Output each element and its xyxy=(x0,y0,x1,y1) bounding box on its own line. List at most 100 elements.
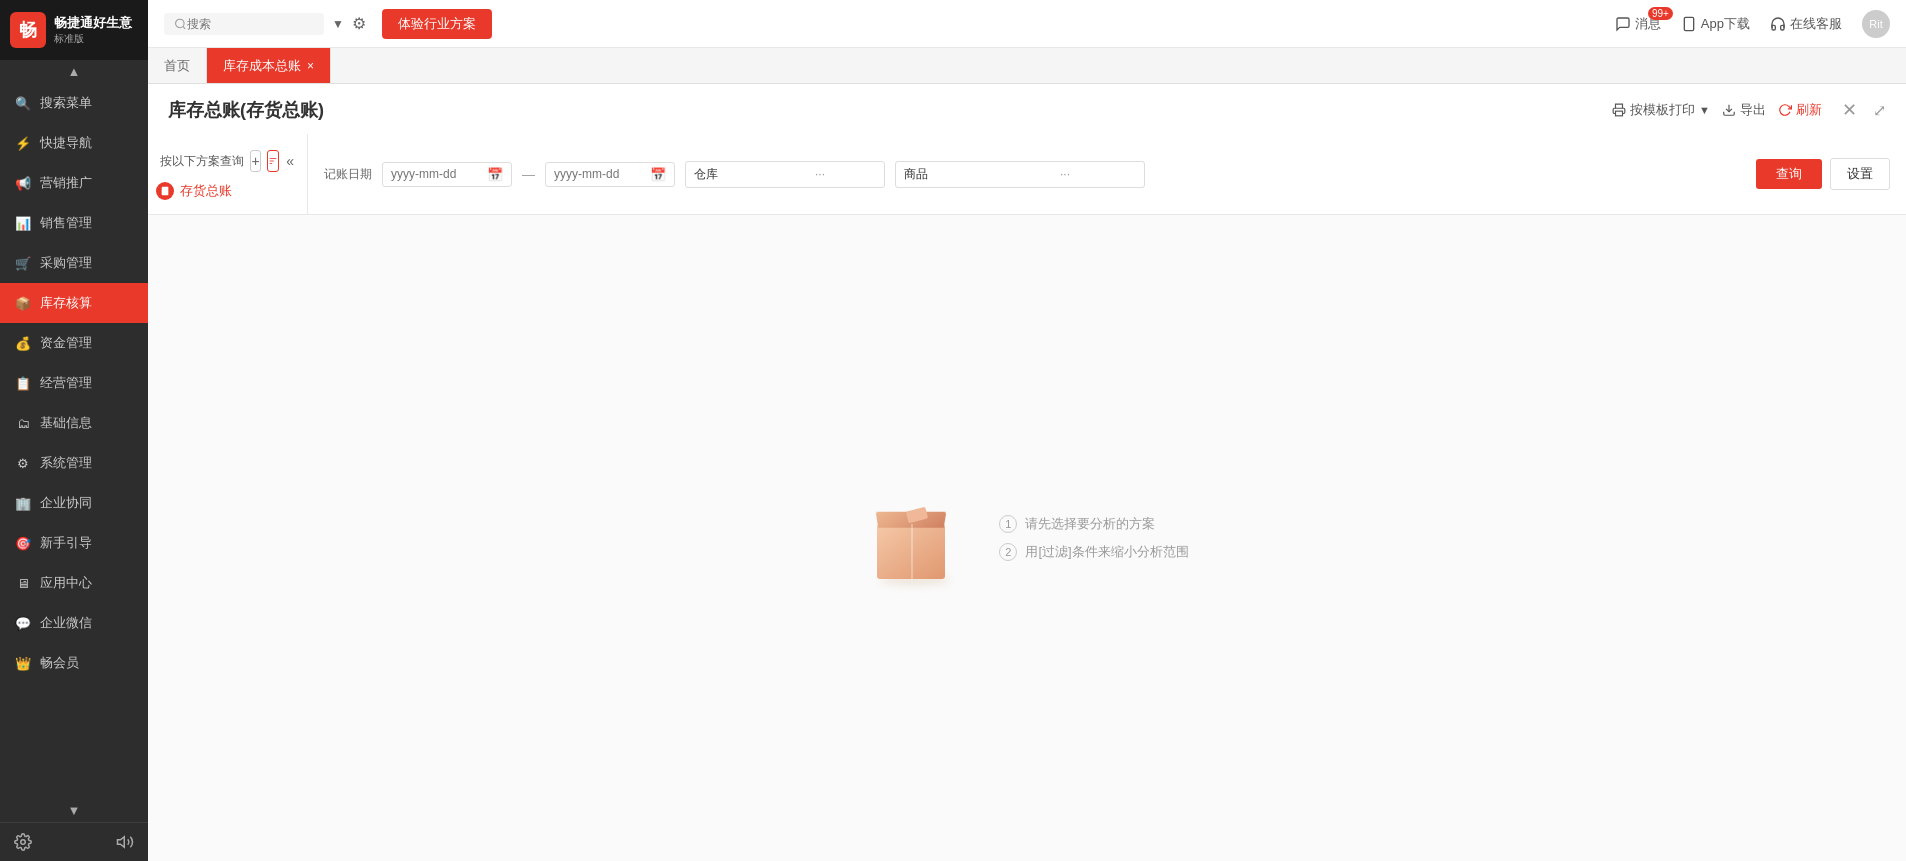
filter-add-btn[interactable]: + xyxy=(250,150,261,172)
page-title: 库存总账(存货总账) xyxy=(168,98,324,122)
topbar-gear-icon[interactable]: ⚙ xyxy=(352,14,366,33)
svg-rect-5 xyxy=(1616,111,1623,116)
sidebar-scroll-up[interactable]: ▲ xyxy=(0,60,148,83)
sidebar-scroll-down[interactable]: ▼ xyxy=(0,799,148,822)
filter-bar-label: 按以下方案查询 xyxy=(160,153,244,170)
date-start-field[interactable] xyxy=(391,167,481,181)
page-wrapper: 库存总账(存货总账) 按模板打印 ▼ 导出 刷新 xyxy=(148,84,1906,861)
filter-bar-controls: 按以下方案查询 + « xyxy=(148,144,307,178)
product-more-btn[interactable]: ··· xyxy=(1060,167,1136,181)
settings-button[interactable]: 设置 xyxy=(1830,158,1890,190)
topbar: ▼ ⚙ 体验行业方案 消息 99+ App下载 在线客服 Rit xyxy=(148,0,1906,48)
date-field-label: 记账日期 xyxy=(324,166,372,183)
calendar-start-icon: 📅 xyxy=(487,167,503,182)
marketing-icon: 📢 xyxy=(14,174,32,192)
operation-icon: 📋 xyxy=(14,374,32,392)
warehouse-input[interactable]: 仓库 ··· xyxy=(685,161,885,188)
user-avatar[interactable]: Rit xyxy=(1862,10,1890,38)
settings-button[interactable] xyxy=(14,833,32,851)
sidebar-item-marketing[interactable]: 📢 营销推广 xyxy=(0,163,148,203)
empty-illustration xyxy=(865,483,975,593)
app-download-btn[interactable]: App下载 xyxy=(1681,15,1750,33)
sidebar-item-member[interactable]: 👑 畅会员 xyxy=(0,643,148,683)
app-logo-icon: 畅 xyxy=(10,12,46,48)
scheme-icon xyxy=(156,182,174,200)
svg-rect-3 xyxy=(1684,17,1693,30)
message-icon xyxy=(1615,16,1631,32)
step-1-num: 1 xyxy=(999,515,1017,533)
purchase-icon: 🛒 xyxy=(14,254,32,272)
tab-close-btn[interactable]: × xyxy=(307,59,314,73)
tabbar: 首页 库存成本总账 × xyxy=(148,48,1906,84)
headset-icon xyxy=(1770,16,1786,32)
empty-hint-2: 2 用[过滤]条件来缩小分析范围 xyxy=(999,543,1188,561)
search-input[interactable] xyxy=(187,17,314,31)
search-icon: 🔍 xyxy=(14,94,32,112)
refresh-icon xyxy=(1778,103,1792,117)
scheme-item-inventory[interactable]: 存货总账 xyxy=(148,178,307,204)
date-separator: — xyxy=(522,167,535,182)
empty-text: 1 请先选择要分析的方案 2 用[过滤]条件来缩小分析范围 xyxy=(999,515,1188,561)
sidebar-item-purchase[interactable]: 🛒 采购管理 xyxy=(0,243,148,283)
warehouse-more-btn[interactable]: ··· xyxy=(815,167,876,181)
svg-marker-1 xyxy=(118,837,125,848)
member-icon: 👑 xyxy=(14,654,32,672)
panel-close-btn[interactable]: ✕ xyxy=(1842,99,1857,121)
page-actions: 按模板打印 ▼ 导出 刷新 ✕ ⤢ xyxy=(1612,99,1886,121)
product-input[interactable]: 商品 ··· xyxy=(895,161,1145,188)
sidebar-item-search[interactable]: 🔍 搜索菜单 xyxy=(0,83,148,123)
sidebar-item-inventory[interactable]: 📦 库存核算 xyxy=(0,283,148,323)
filter-section: 按以下方案查询 + « 存货总账 xyxy=(148,134,1906,215)
inventory-icon: 📦 xyxy=(14,294,32,312)
sidebar-item-finance[interactable]: 💰 资金管理 xyxy=(0,323,148,363)
content-area: 库存总账(存货总账) 按模板打印 ▼ 导出 刷新 xyxy=(148,84,1906,861)
wechat-icon: 💬 xyxy=(14,614,32,632)
scheme-panel: 按以下方案查询 + « 存货总账 xyxy=(148,134,308,214)
tab-home[interactable]: 首页 xyxy=(148,48,207,83)
sidebar-item-enterprise[interactable]: 🏢 企业协同 xyxy=(0,483,148,523)
topbar-right: 消息 99+ App下载 在线客服 Rit xyxy=(1615,10,1890,38)
filter-collapse-btn[interactable]: « xyxy=(285,150,295,172)
message-btn[interactable]: 消息 99+ xyxy=(1615,15,1661,33)
calendar-end-icon: 📅 xyxy=(650,167,666,182)
appstore-icon: 🖥 xyxy=(14,574,32,592)
sidebar-item-sales[interactable]: 📊 销售管理 xyxy=(0,203,148,243)
topbar-chevron-icon[interactable]: ▼ xyxy=(332,17,344,31)
sidebar-item-shortcut[interactable]: ⚡ 快捷导航 xyxy=(0,123,148,163)
shortcut-icon: ⚡ xyxy=(14,134,32,152)
sidebar-item-wechat[interactable]: 💬 企业微信 xyxy=(0,603,148,643)
sidebar: 畅 畅捷通好生意 标准版 ▲ 🔍 搜索菜单 ⚡ 快捷导航 📢 营销推广 📊 销售… xyxy=(0,0,148,861)
box-line xyxy=(911,524,913,579)
sidebar-item-newbie[interactable]: 🎯 新手引导 xyxy=(0,523,148,563)
sidebar-item-basic[interactable]: 🗂 基础信息 xyxy=(0,403,148,443)
sidebar-logo: 畅 畅捷通好生意 标准版 xyxy=(0,0,148,60)
print-btn[interactable]: 按模板打印 ▼ xyxy=(1612,101,1710,119)
sound-button[interactable] xyxy=(116,833,134,851)
tab-inventory-ledger[interactable]: 库存成本总账 × xyxy=(207,48,331,83)
date-start-input[interactable]: 📅 xyxy=(382,162,512,187)
refresh-btn[interactable]: 刷新 xyxy=(1778,101,1822,119)
svg-point-0 xyxy=(21,840,26,845)
panel-expand-btn[interactable]: ⤢ xyxy=(1873,101,1886,120)
trial-btn[interactable]: 体验行业方案 xyxy=(382,9,492,39)
enterprise-icon: 🏢 xyxy=(14,494,32,512)
export-icon xyxy=(1722,103,1736,117)
empty-content: 1 请先选择要分析的方案 2 用[过滤]条件来缩小分析范围 xyxy=(865,483,1188,593)
sidebar-item-system[interactable]: ⚙ 系统管理 xyxy=(0,443,148,483)
filter-setting-btn[interactable] xyxy=(267,150,279,172)
export-btn[interactable]: 导出 xyxy=(1722,101,1766,119)
sidebar-item-appstore[interactable]: 🖥 应用中心 xyxy=(0,563,148,603)
sidebar-item-operation[interactable]: 📋 经营管理 xyxy=(0,363,148,403)
svg-point-2 xyxy=(176,19,184,27)
date-end-field[interactable] xyxy=(554,167,644,181)
online-service-btn[interactable]: 在线客服 xyxy=(1770,15,1842,33)
topbar-search-box[interactable] xyxy=(164,13,324,35)
sidebar-nav: 🔍 搜索菜单 ⚡ 快捷导航 📢 营销推广 📊 销售管理 🛒 采购管理 📦 库存核… xyxy=(0,83,148,799)
sales-icon: 📊 xyxy=(14,214,32,232)
date-end-input[interactable]: 📅 xyxy=(545,162,675,187)
filter-setting-icon xyxy=(268,156,278,166)
query-button[interactable]: 查询 xyxy=(1756,159,1822,189)
system-icon: ⚙ xyxy=(14,454,32,472)
sidebar-bottom xyxy=(0,822,148,861)
book-icon xyxy=(160,186,170,196)
